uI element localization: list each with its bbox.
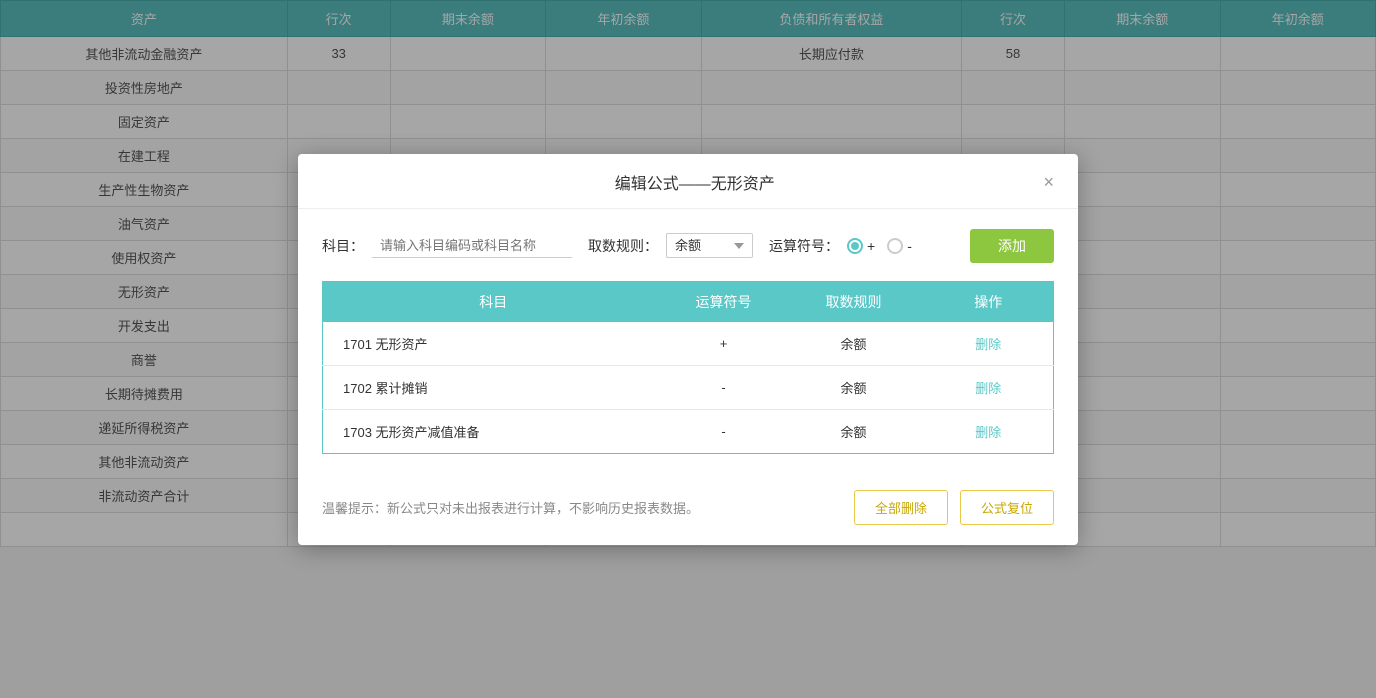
page-container: 资产 行次 期末余额 年初余额 负债和所有者权益 行次 期末余额 年初余额 其他… [0,0,1376,698]
rule-group: 取数规则： 余额 借方 贷方 期初余额 [588,233,753,258]
formula-cell-action: 删除 [924,409,1054,453]
rule-select[interactable]: 余额 借方 贷方 期初余额 [666,233,753,258]
delete-link[interactable]: 删除 [975,337,1001,352]
subject-label: 科目： [322,236,364,256]
delete-link[interactable]: 删除 [975,381,1001,396]
formula-cell-operator: - [664,409,784,453]
formula-row: 1702 累计摊销 - 余额 删除 [323,365,1054,409]
radio-minus-label: - [907,238,912,254]
operator-label: 运算符号： [769,236,839,256]
add-button[interactable]: 添加 [970,229,1054,263]
form-row: 科目： 取数规则： 余额 借方 贷方 期初余额 [322,229,1054,263]
formula-row: 1701 无形资产 + 余额 删除 [323,322,1054,366]
formula-cell-rule: 余额 [784,322,924,366]
formula-cell-subject: 1701 无形资产 [323,322,664,366]
formula-table: 科目 运算符号 取数规则 操作 1701 无形资产 + 余额 删除 1702 累… [322,281,1054,454]
delete-all-button[interactable]: 全部删除 [854,490,948,525]
modal-footer: 温馨提示：新公式只对未出报表进行计算，不影响历史报表数据。 全部删除 公式复位 [298,474,1078,545]
formula-cell-subject: 1702 累计摊销 [323,365,664,409]
formula-cell-rule: 余额 [784,409,924,453]
table-header-rule: 取数规则 [784,281,924,322]
radio-minus[interactable]: - [887,238,912,254]
subject-group: 科目： [322,234,572,258]
formula-cell-action: 删除 [924,365,1054,409]
radio-group: + - [847,238,912,254]
rule-select-wrap: 余额 借方 贷方 期初余额 [666,233,753,258]
footer-actions: 全部删除 公式复位 [854,490,1054,525]
modal-overlay: 编辑公式——无形资产 × 科目： 取数规则： 余额 [0,0,1376,698]
footer-hint: 温馨提示：新公式只对未出报表进行计算，不影响历史报表数据。 [322,498,699,517]
table-header-subject: 科目 [323,281,664,322]
formula-cell-action: 删除 [924,322,1054,366]
delete-link[interactable]: 删除 [975,425,1001,440]
modal-title: 编辑公式——无形资产 [346,170,1043,194]
modal-close-button[interactable]: × [1043,173,1054,191]
formula-cell-rule: 余额 [784,365,924,409]
modal-header: 编辑公式——无形资产 × [298,154,1078,209]
table-header-action: 操作 [924,281,1054,322]
modal-body: 科目： 取数规则： 余额 借方 贷方 期初余额 [298,209,1078,474]
radio-plus-label: + [867,238,875,254]
formula-cell-operator: - [664,365,784,409]
reset-button[interactable]: 公式复位 [960,490,1054,525]
rule-label: 取数规则： [588,236,658,256]
operator-group: 运算符号： + - [769,236,912,256]
radio-plus-circle [847,238,863,254]
subject-input[interactable] [372,234,572,258]
table-header-operator: 运算符号 [664,281,784,322]
formula-row: 1703 无形资产减值准备 - 余额 删除 [323,409,1054,453]
modal-dialog: 编辑公式——无形资产 × 科目： 取数规则： 余额 [298,154,1078,545]
formula-cell-subject: 1703 无形资产减值准备 [323,409,664,453]
radio-minus-circle [887,238,903,254]
formula-cell-operator: + [664,322,784,366]
radio-plus[interactable]: + [847,238,875,254]
